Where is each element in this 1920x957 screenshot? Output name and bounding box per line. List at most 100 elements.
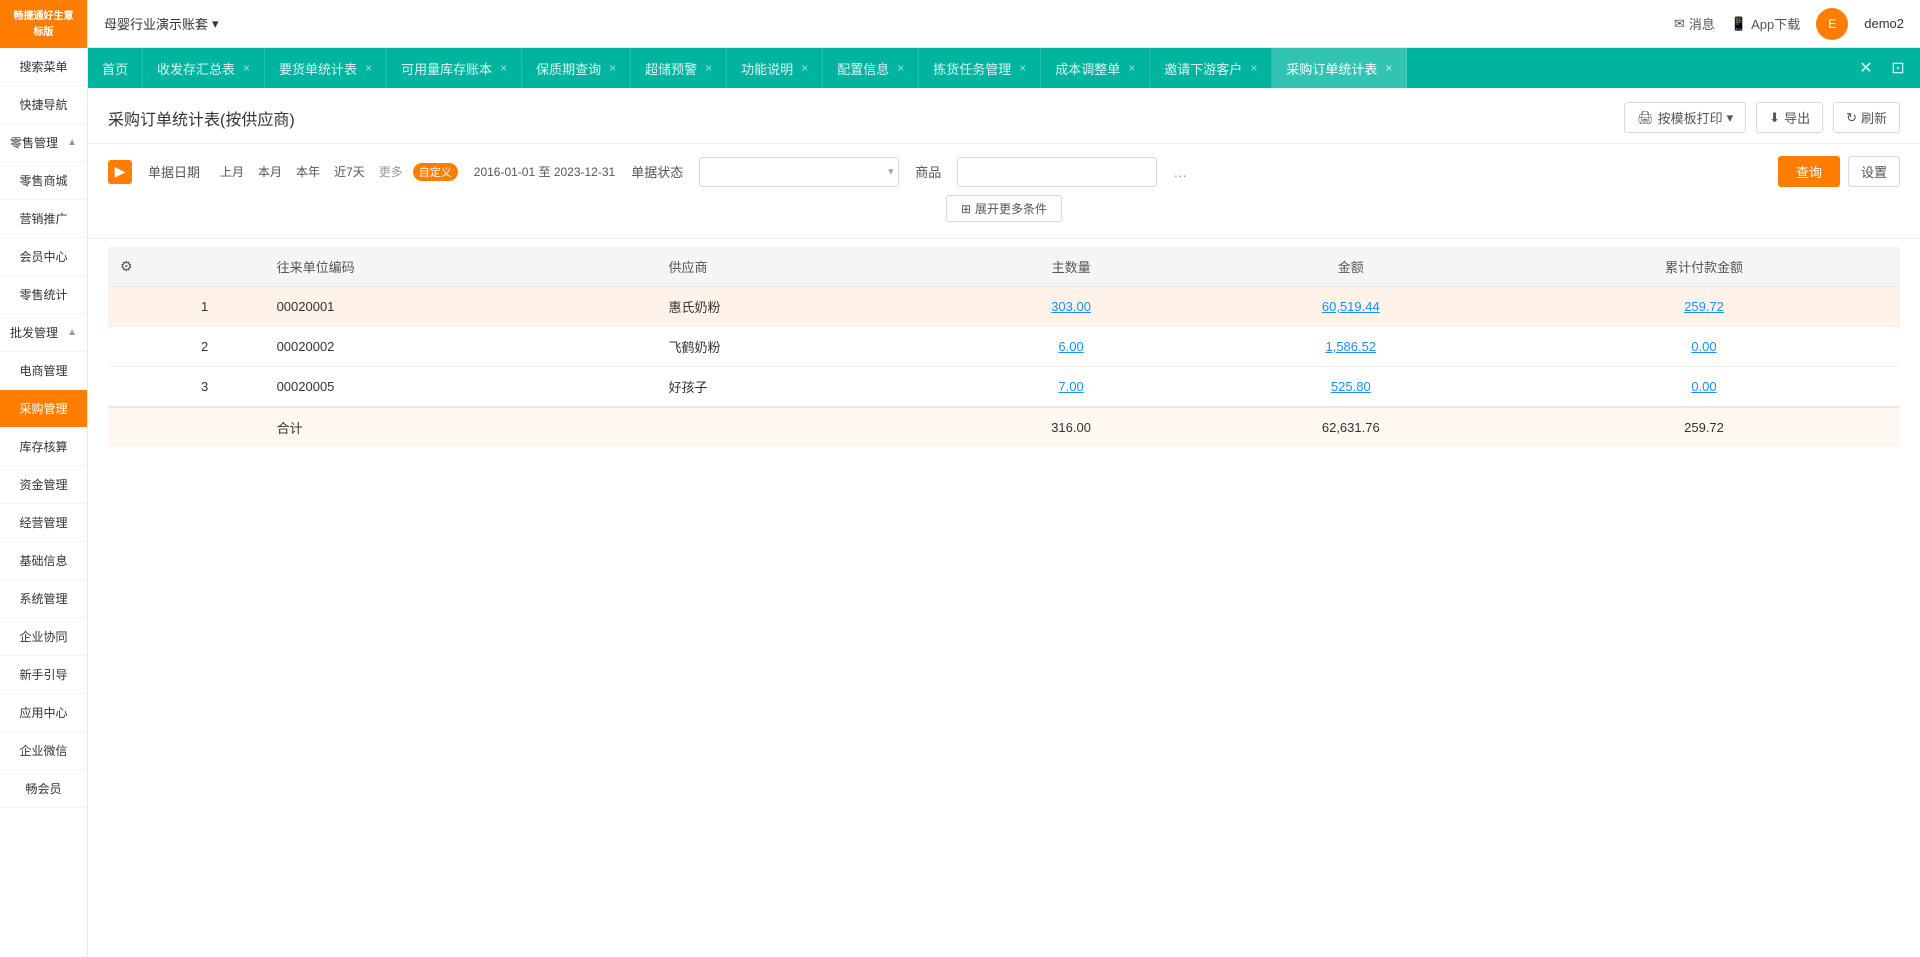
tab-pick-task[interactable]: 拣货任务管理× (919, 48, 1041, 88)
tab-expiry-query[interactable]: 保质期查询 × (522, 48, 631, 88)
sidebar-item-retail[interactable]: 零售管理▲ (0, 124, 87, 162)
tab-close-purchase-summary[interactable]: × (1385, 61, 1392, 75)
sidebar-item-label-search: 搜索菜单 (19, 58, 67, 75)
message-icon: ✉ (1674, 16, 1685, 32)
sidebar-item-label-enterprise: 企业协同 (19, 628, 67, 645)
tab-overstock-warning[interactable]: 超储预警× (631, 48, 727, 88)
row-paid-amount[interactable]: 259.72 (1508, 287, 1900, 327)
tab-invite-downstream[interactable]: 邀请下游客户× (1150, 48, 1272, 88)
row-amount[interactable]: 1,586.52 (1194, 327, 1508, 367)
date-filter-label: 单据日期 (148, 162, 200, 181)
date-custom-badge[interactable]: 自定义 (413, 163, 458, 181)
sidebar-item-search[interactable]: 搜索菜单 (0, 48, 87, 86)
sidebar-item-system[interactable]: 系统管理 (0, 580, 87, 618)
sidebar-item-retail-stats[interactable]: 零售统计 (0, 276, 87, 314)
sidebar-item-label-vip: 畅会员 (25, 780, 61, 797)
sidebar-item-vip[interactable]: 畅会员 (0, 770, 87, 808)
tab-close-config-info[interactable]: × (897, 61, 904, 75)
page-header: 采购订单统计表(按供应商) 🖨 按模板打印 ▾ ⬇ 导出 ↻ 刷新 (88, 88, 1920, 144)
query-btn[interactable]: 查询 (1778, 156, 1840, 187)
col-header-index (145, 247, 265, 287)
row-index: 1 (145, 287, 265, 327)
user-avatar[interactable]: E (1816, 8, 1848, 40)
topbar-right: ✉ 消息 📱 App下载 E demo2 (1674, 8, 1904, 40)
sidebar-item-label-quicknav: 快捷导航 (19, 96, 67, 113)
date-more[interactable]: 更多 (375, 161, 407, 182)
row-quantity[interactable]: 303.00 (949, 287, 1194, 327)
workspace-dropdown[interactable]: 母婴行业演示账套 ▾ (104, 14, 219, 33)
expand-label: 展开更多条件 (975, 200, 1047, 217)
sidebar-item-enterprise-wechat[interactable]: 企业微信 (0, 732, 87, 770)
tab-home[interactable]: 首页 (88, 48, 143, 88)
sidebar-item-ecommerce[interactable]: 电商管理 (0, 352, 87, 390)
goods-filter-label: 商品 (915, 162, 941, 181)
tab-close-receive-summary[interactable]: × (243, 61, 250, 75)
tab-receive-summary[interactable]: 收发存汇总表× (143, 48, 265, 88)
tab-close-goods-summary[interactable]: × (365, 61, 372, 75)
row-amount[interactable]: 60,519.44 (1194, 287, 1508, 327)
table-row: 200020002飞鹤奶粉6.001,586.520.00 (108, 327, 1900, 367)
sidebar-item-basic-info[interactable]: 基础信息 (0, 542, 87, 580)
row-paid-amount[interactable]: 0.00 (1508, 367, 1900, 408)
date-this-year[interactable]: 本年 (292, 161, 324, 182)
sidebar-item-finance[interactable]: 资金管理 (0, 466, 87, 504)
logo-subtext: 标版 (34, 23, 54, 38)
row-quantity[interactable]: 6.00 (949, 327, 1194, 367)
tab-label-expiry-query: 保质期查询 (536, 59, 601, 78)
col-header-supplier-code: 往来单位编码 (265, 247, 657, 287)
sidebar-item-enterprise[interactable]: 企业协同 (0, 618, 87, 656)
date-this-month[interactable]: 本月 (254, 161, 286, 182)
page-actions: 🖨 按模板打印 ▾ ⬇ 导出 ↻ 刷新 (1624, 102, 1900, 133)
tab-close-cost-adjust[interactable]: × (1128, 61, 1135, 75)
app-download-btn[interactable]: 📱 App下载 (1731, 14, 1800, 33)
tab-maximize-btn[interactable]: ⊡ (1884, 54, 1912, 82)
tab-cost-adjust[interactable]: 成本调整单× (1041, 48, 1150, 88)
sidebar-item-retail-mall[interactable]: 零售商城 (0, 162, 87, 200)
tab-purchase-summary[interactable]: 采购订单统计表× (1272, 48, 1407, 88)
sidebar-item-wholesale[interactable]: 批发管理▲ (0, 314, 87, 352)
refresh-btn[interactable]: ↻ 刷新 (1833, 102, 1900, 133)
tab-feature-desc[interactable]: 功能说明× (727, 48, 823, 88)
footer-empty2 (145, 407, 265, 447)
sidebar-item-marketing[interactable]: 营销推广 (0, 200, 87, 238)
sidebar-item-app-center[interactable]: 应用中心 (0, 694, 87, 732)
tab-close-inventory-ledger[interactable]: × (500, 61, 507, 75)
date-last7[interactable]: 近7天 (330, 161, 369, 182)
row-quantity[interactable]: 7.00 (949, 367, 1194, 408)
goods-more-icon[interactable]: … (1173, 164, 1187, 180)
message-btn[interactable]: ✉ 消息 (1674, 14, 1715, 33)
sidebar-item-purchase[interactable]: 采购管理 (0, 390, 87, 428)
sidebar-item-operations[interactable]: 经营管理 (0, 504, 87, 542)
col-header-settings[interactable]: ⚙ (108, 247, 145, 287)
tab-close-expiry-query[interactable]: × (609, 61, 616, 75)
app-download-label: App下载 (1751, 14, 1800, 33)
print-btn[interactable]: 🖨 按模板打印 ▾ (1624, 102, 1746, 133)
sidebar-item-label-ecommerce: 电商管理 (19, 362, 67, 379)
sidebar-item-new-guide[interactable]: 新手引导 (0, 656, 87, 694)
tab-close-invite-downstream[interactable]: × (1250, 61, 1257, 75)
export-btn[interactable]: ⬇ 导出 (1756, 102, 1823, 133)
sidebar-arrow-retail: ▲ (67, 137, 77, 148)
tab-inventory-ledger[interactable]: 可用量库存账本× (387, 48, 522, 88)
sidebar-item-inventory[interactable]: 库存核算 (0, 428, 87, 466)
tab-close-overstock-warning[interactable]: × (705, 61, 712, 75)
status-select[interactable] (699, 157, 899, 187)
settings-btn[interactable]: 设置 (1848, 156, 1900, 187)
sidebar-item-quicknav[interactable]: 快捷导航 (0, 86, 87, 124)
footer-empty3 (657, 407, 949, 447)
tab-close-pick-task[interactable]: × (1019, 61, 1026, 75)
tab-config-info[interactable]: 配置信息× (823, 48, 919, 88)
tab-goods-summary[interactable]: 要货单统计表× (265, 48, 387, 88)
status-filter-label: 单据状态 (631, 162, 683, 181)
goods-input[interactable] (957, 157, 1157, 187)
row-supplier-code: 00020005 (265, 367, 657, 408)
row-settings (108, 287, 145, 327)
sidebar-item-members[interactable]: 会员中心 (0, 238, 87, 276)
row-paid-amount[interactable]: 0.00 (1508, 327, 1900, 367)
date-last-month[interactable]: 上月 (216, 161, 248, 182)
tab-close-btn[interactable]: ✕ (1852, 54, 1880, 82)
tab-close-feature-desc[interactable]: × (801, 61, 808, 75)
expand-conditions-btn[interactable]: ⊞ 展开更多条件 (946, 195, 1062, 222)
row-amount[interactable]: 525.80 (1194, 367, 1508, 408)
filter-toggle-btn[interactable]: ▶ (108, 160, 132, 184)
